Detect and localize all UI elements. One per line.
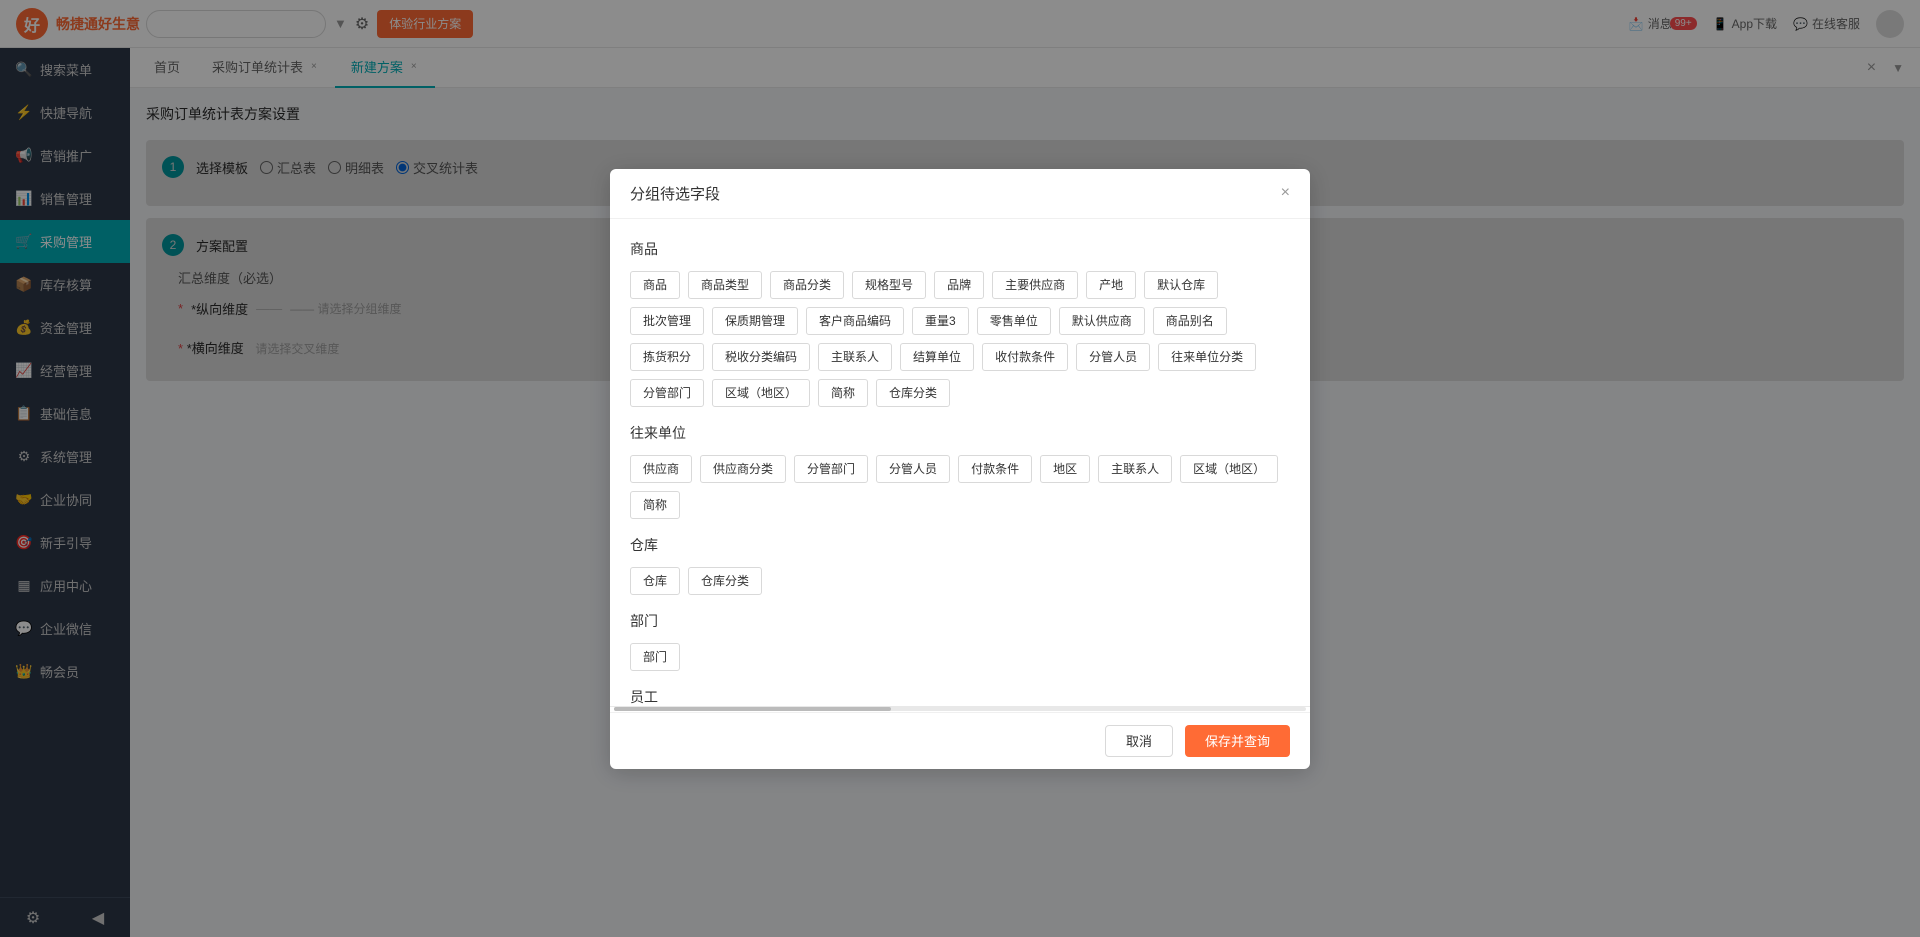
- field-tag-partner-6[interactable]: 主联系人: [1098, 455, 1172, 483]
- modal-horizontal-scrollbar[interactable]: [610, 706, 1310, 712]
- field-tag-goods-5[interactable]: 主要供应商: [992, 271, 1078, 299]
- field-tag-goods-16[interactable]: 税收分类编码: [712, 343, 810, 371]
- confirm-button[interactable]: 保存并查询: [1185, 725, 1290, 757]
- field-tag-goods-4[interactable]: 品牌: [934, 271, 984, 299]
- modal-header: 分组待选字段 ×: [610, 169, 1310, 219]
- section-title-dept: 部门: [630, 611, 1290, 631]
- section-title-partner: 往来单位: [630, 423, 1290, 443]
- field-tag-goods-6[interactable]: 产地: [1086, 271, 1136, 299]
- field-tag-goods-10[interactable]: 客户商品编码: [806, 307, 904, 335]
- cancel-button[interactable]: 取消: [1105, 725, 1173, 757]
- field-tag-warehouse-1[interactable]: 仓库分类: [688, 567, 762, 595]
- field-tag-goods-18[interactable]: 结算单位: [900, 343, 974, 371]
- field-tag-goods-24[interactable]: 简称: [818, 379, 868, 407]
- field-tag-partner-4[interactable]: 付款条件: [958, 455, 1032, 483]
- field-tag-goods-2[interactable]: 商品分类: [770, 271, 844, 299]
- field-tag-goods-11[interactable]: 重量3: [912, 307, 969, 335]
- modal-footer: 取消 保存并查询: [610, 712, 1310, 769]
- field-tag-warehouse-0[interactable]: 仓库: [630, 567, 680, 595]
- field-tag-goods-8[interactable]: 批次管理: [630, 307, 704, 335]
- hscrollbar-track: [614, 707, 1306, 711]
- modal-title: 分组待选字段: [630, 183, 720, 204]
- field-tag-goods-1[interactable]: 商品类型: [688, 271, 762, 299]
- field-tag-goods-7[interactable]: 默认仓库: [1144, 271, 1218, 299]
- modal-dialog: 分组待选字段 × 商品 商品 商品类型 商品分类 规格型号 品牌 主要供应商 产…: [610, 169, 1310, 769]
- field-tag-partner-7[interactable]: 区域（地区）: [1180, 455, 1278, 483]
- modal-close-btn[interactable]: ×: [1281, 184, 1290, 202]
- field-tag-goods-14[interactable]: 商品别名: [1153, 307, 1227, 335]
- field-tag-goods-3[interactable]: 规格型号: [852, 271, 926, 299]
- field-tag-partner-2[interactable]: 分管部门: [794, 455, 868, 483]
- field-tag-dept-0[interactable]: 部门: [630, 643, 680, 671]
- section-title-goods: 商品: [630, 239, 1290, 259]
- modal-overlay: 分组待选字段 × 商品 商品 商品类型 商品分类 规格型号 品牌 主要供应商 产…: [0, 0, 1920, 937]
- field-tag-goods-23[interactable]: 区域（地区）: [712, 379, 810, 407]
- section-title-staff: 员工: [630, 687, 1290, 706]
- warehouse-fields: 仓库 仓库分类: [630, 567, 1290, 595]
- hscrollbar-thumb[interactable]: [614, 707, 891, 711]
- field-tag-goods-20[interactable]: 分管人员: [1076, 343, 1150, 371]
- field-tag-goods-15[interactable]: 拣货积分: [630, 343, 704, 371]
- field-tag-goods-12[interactable]: 零售单位: [977, 307, 1051, 335]
- modal-body: 商品 商品 商品类型 商品分类 规格型号 品牌 主要供应商 产地 默认仓库 批次…: [610, 219, 1310, 706]
- field-tag-goods-22[interactable]: 分管部门: [630, 379, 704, 407]
- field-tag-goods-0[interactable]: 商品: [630, 271, 680, 299]
- field-tag-goods-13[interactable]: 默认供应商: [1059, 307, 1145, 335]
- field-tag-partner-8[interactable]: 简称: [630, 491, 680, 519]
- field-tag-partner-3[interactable]: 分管人员: [876, 455, 950, 483]
- partner-fields: 供应商 供应商分类 分管部门 分管人员 付款条件 地区 主联系人 区域（地区） …: [630, 455, 1290, 519]
- field-tag-partner-0[interactable]: 供应商: [630, 455, 692, 483]
- field-tag-goods-19[interactable]: 收付款条件: [982, 343, 1068, 371]
- section-title-warehouse: 仓库: [630, 535, 1290, 555]
- field-tag-goods-21[interactable]: 往来单位分类: [1158, 343, 1256, 371]
- field-tag-goods-25[interactable]: 仓库分类: [876, 379, 950, 407]
- field-tag-partner-5[interactable]: 地区: [1040, 455, 1090, 483]
- field-tag-goods-9[interactable]: 保质期管理: [712, 307, 798, 335]
- dept-fields: 部门: [630, 643, 1290, 671]
- field-tag-goods-17[interactable]: 主联系人: [818, 343, 892, 371]
- field-tag-partner-1[interactable]: 供应商分类: [700, 455, 786, 483]
- goods-fields: 商品 商品类型 商品分类 规格型号 品牌 主要供应商 产地 默认仓库 批次管理 …: [630, 271, 1290, 407]
